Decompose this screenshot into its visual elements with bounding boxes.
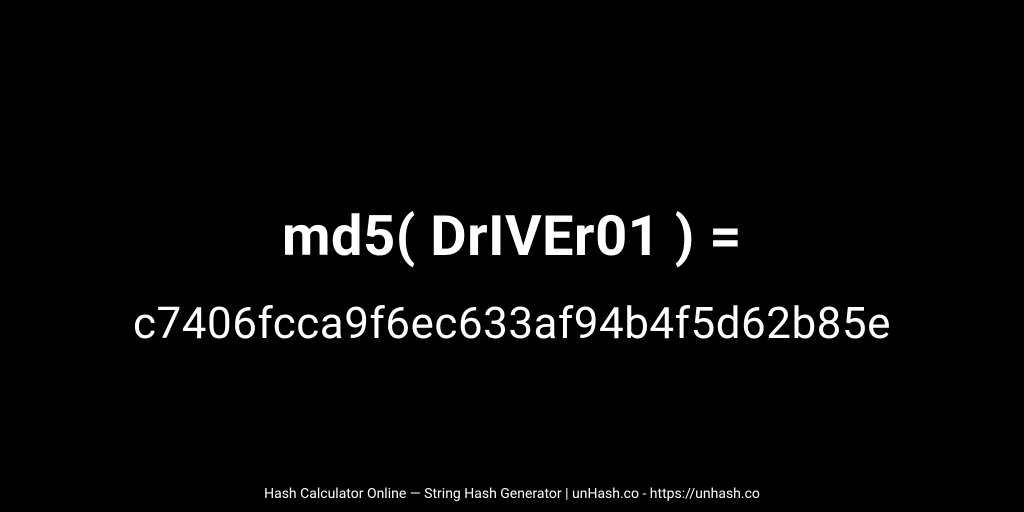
hash-result: c7406fcca9f6ec633af94b4f5d62b85e: [133, 297, 891, 349]
hash-expression: md5( DrIVEr01 ) =: [282, 203, 742, 269]
footer-text: Hash Calculator Online — String Hash Gen…: [0, 486, 1024, 502]
main-content: md5( DrIVEr01 ) = c7406fcca9f6ec633af94b…: [0, 0, 1024, 512]
